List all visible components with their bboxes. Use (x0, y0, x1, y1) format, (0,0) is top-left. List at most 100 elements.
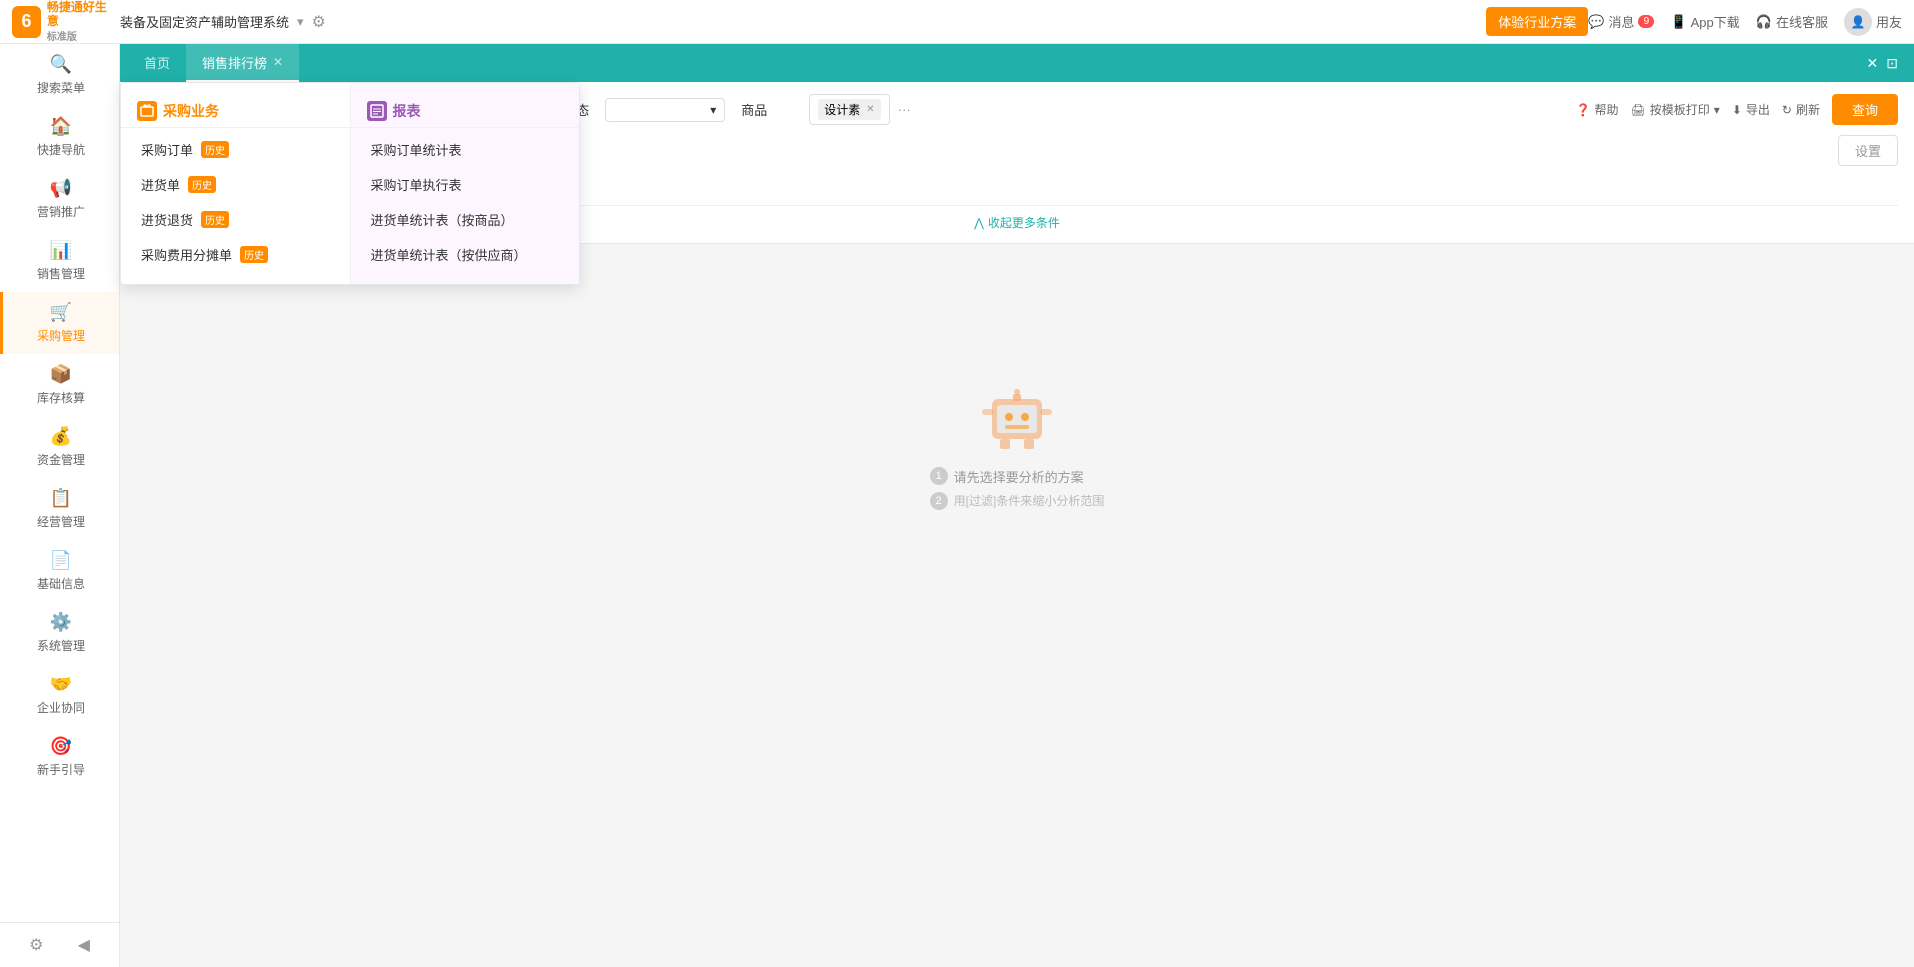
guide-icon: 🎯 (50, 736, 72, 757)
sidebar-item-inventory[interactable]: 📦 库存核算 (0, 354, 119, 416)
empty-illustration (967, 379, 1067, 459)
report-section-title: 报表 (351, 95, 580, 128)
tabbar-controls: ✕ ⊡ (1859, 44, 1906, 82)
finance-icon: 💰 (50, 426, 72, 447)
hint-icon-1: 1 (930, 467, 948, 485)
help-icon: ❓ (1576, 103, 1591, 117)
sidebar-item-basic-info[interactable]: 📄 基础信息 (0, 540, 119, 602)
empty-hint-2: 用[过滤]条件来缩小分析范围 (954, 492, 1105, 509)
collapse-button[interactable]: ⋀ 收起更多条件 (974, 214, 1060, 231)
sidebar-bottom: ⚙ ◀ (0, 922, 119, 967)
message-action[interactable]: 💬 消息 9 (1588, 12, 1654, 31)
sidebar-label-sales: 销售管理 (37, 265, 85, 282)
refresh-icon: ↻ (1782, 103, 1792, 117)
app-download-label: App下载 (1691, 12, 1740, 31)
sidebar-label-operations: 经营管理 (37, 513, 85, 530)
export-button[interactable]: ⬇ 导出 (1732, 101, 1770, 118)
sidebar: 🔍 搜索菜单 🏠 快捷导航 📢 营销推广 📊 销售管理 🛒 采购管理 📦 库存核… (0, 44, 120, 967)
refresh-button[interactable]: ↻ 刷新 (1782, 101, 1820, 118)
sidebar-item-enterprise[interactable]: 🤝 企业协同 (0, 664, 119, 726)
dropdown-item-incoming-stats-goods[interactable]: 进货单统计表（按商品） (351, 202, 580, 237)
history-tag-2: 历史 (188, 176, 216, 193)
history-tag-3: 历史 (201, 211, 229, 228)
dropdown-item-return[interactable]: 进货退货 历史 (121, 202, 350, 237)
goods-tag-close[interactable]: ✕ (866, 104, 874, 115)
online-service-label: 在线客服 (1776, 12, 1828, 31)
operations-icon: 📋 (50, 488, 72, 509)
tab-close-icon[interactable]: ✕ (273, 55, 283, 69)
status-select[interactable]: ▾ (605, 98, 725, 122)
dropdown-item-order-exec[interactable]: 采购订单执行表 (351, 167, 580, 202)
purchase-icon: 🛒 (50, 302, 72, 323)
sidebar-item-guide[interactable]: 🎯 新手引导 (0, 726, 119, 788)
order-stats-label: 采购订单统计表 (371, 140, 462, 159)
sidebar-item-finance[interactable]: 💰 资金管理 (0, 416, 119, 478)
sidebar-item-search[interactable]: 🔍 搜索菜单 (0, 44, 119, 106)
tab-sales-ranking[interactable]: 销售排行榜 ✕ (186, 44, 299, 82)
sidebar-item-marketing[interactable]: 📢 营销推广 (0, 168, 119, 230)
dropdown-arrow-icon[interactable]: ▾ (297, 14, 304, 30)
sidebar-label-search: 搜索菜单 (37, 79, 85, 96)
app-download-action[interactable]: 📱 App下载 (1670, 12, 1739, 31)
purchase-order-label: 采购订单 (141, 140, 193, 159)
settings-icon[interactable]: ⚙ (312, 12, 326, 32)
sidebar-label-enterprise: 企业协同 (37, 699, 85, 716)
toolbar-right: ❓ 帮助 🖨 按模板打印 ▾ ⬇ 导出 ↻ 刷新 (1576, 94, 1898, 125)
goods-ellipsis[interactable]: ··· (898, 102, 911, 117)
goods-input[interactable]: 设计素 ✕ (809, 94, 889, 125)
enterprise-icon: 🤝 (50, 674, 72, 695)
sidebar-label-system: 系统管理 (37, 637, 85, 654)
home-icon: 🏠 (50, 116, 72, 137)
print-icon: 🖨 (1631, 103, 1646, 117)
tabbar: 首页 销售排行榜 ✕ ✕ ⊡ 采购业务 (120, 44, 1914, 82)
dropdown-item-expense[interactable]: 采购费用分摊单 历史 (121, 237, 350, 272)
sidebar-label-marketing: 营销推广 (37, 203, 85, 220)
sidebar-item-quick-nav[interactable]: 🏠 快捷导航 (0, 106, 119, 168)
purchase-section-icon (137, 101, 157, 121)
incoming-stats-supplier-label: 进货单统计表（按供应商） (371, 245, 527, 264)
chevron-up-icon: ⋀ (974, 216, 984, 230)
query-button[interactable]: 查询 (1832, 94, 1898, 125)
print-button[interactable]: 🖨 按模板打印 ▾ (1631, 101, 1720, 118)
industry-button[interactable]: 体验行业方案 (1486, 7, 1588, 36)
sidebar-settings-icon[interactable]: ⚙ (29, 935, 43, 955)
marketing-icon: 📢 (50, 178, 72, 199)
order-exec-label: 采购订单执行表 (371, 175, 462, 194)
online-service-action[interactable]: 🎧 在线客服 (1756, 12, 1828, 31)
tab-home-label: 首页 (144, 53, 170, 72)
sidebar-item-system[interactable]: ⚙️ 系统管理 (0, 602, 119, 664)
sales-icon: 📊 (50, 240, 72, 261)
set-button[interactable]: 设置 (1838, 135, 1898, 166)
dropdown-item-incoming[interactable]: 进货单 历史 (121, 167, 350, 202)
chevron-down-icon: ▾ (710, 103, 716, 117)
logo-sub: 标准版 (47, 28, 112, 43)
tab-home[interactable]: 首页 (128, 44, 186, 82)
headset-icon: 🎧 (1756, 14, 1772, 30)
window-expand-icon[interactable]: ⊡ (1886, 55, 1898, 72)
dropdown-item-order-stats[interactable]: 采购订单统计表 (351, 132, 580, 167)
sidebar-nav: 🔍 搜索菜单 🏠 快捷导航 📢 营销推广 📊 销售管理 🛒 采购管理 📦 库存核… (0, 44, 119, 788)
goods-tag: 设计素 ✕ (818, 99, 880, 120)
sidebar-item-sales[interactable]: 📊 销售管理 (0, 230, 119, 292)
avatar: 👤 (1844, 8, 1872, 36)
topbar-title: 装备及固定资产辅助管理系统 ▾ ⚙ (120, 12, 1486, 32)
dropdown-item-purchase-order[interactable]: 采购订单 历史 (121, 132, 350, 167)
sidebar-item-operations[interactable]: 📋 经营管理 (0, 478, 119, 540)
logo-icon: 6 (12, 6, 41, 38)
inventory-icon: 📦 (50, 364, 72, 385)
history-tag-4: 历史 (240, 246, 268, 263)
user-action[interactable]: 👤 用友 (1844, 8, 1902, 36)
purchase-section-title: 采购业务 (121, 95, 350, 128)
return-label: 进货退货 (141, 210, 193, 229)
dropdown-item-incoming-stats-supplier[interactable]: 进货单统计表（按供应商） (351, 237, 580, 272)
hint-icon-2: 2 (930, 492, 948, 510)
sidebar-label-finance: 资金管理 (37, 451, 85, 468)
empty-hints: 1 请先选择要分析的方案 2 用[过滤]条件来缩小分析范围 (930, 467, 1105, 510)
tab-sales-ranking-label: 销售排行榜 (202, 53, 267, 72)
sidebar-collapse-icon[interactable]: ◀ (78, 935, 90, 955)
user-label: 用友 (1876, 12, 1902, 31)
window-close-icon[interactable]: ✕ (1867, 55, 1879, 72)
empty-hint-1: 请先选择要分析的方案 (954, 467, 1084, 486)
sidebar-item-purchase[interactable]: 🛒 采购管理 (0, 292, 119, 354)
help-button[interactable]: ❓ 帮助 (1576, 101, 1619, 118)
